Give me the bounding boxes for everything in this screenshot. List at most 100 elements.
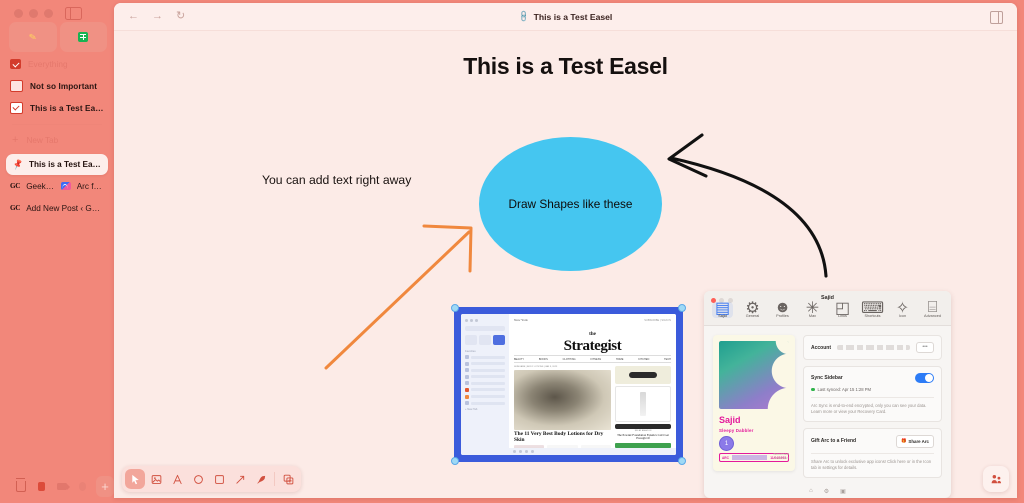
tab-max[interactable]: ✳ Max [802,300,823,318]
embedded-section-label: Favorites [465,350,476,353]
arrow-tool[interactable] [230,469,250,489]
star-icon: ✧ [895,299,910,317]
sidebar-item-everything[interactable]: Everything [0,53,114,75]
advanced-icon: ⌸ [927,298,938,316]
recording-icon[interactable] [37,482,46,491]
window-title: 🔗 This is a Test Easel [114,3,1017,30]
copy-icon[interactable]: ▣ [840,488,846,495]
camera-icon[interactable] [57,483,71,490]
text-tool[interactable] [167,469,187,489]
strategist-page: Favorites + New Tab New York SUBSCRIBE |… [461,314,676,455]
minimize-window-button[interactable] [29,9,38,18]
arc-settings-screenshot[interactable]: Sajid ▤ Sajid ⚙ General ☻ Profiles ✳ Max… [704,291,951,498]
strategist-nav: BEAUTY BOOKS CLOTHING FITNESS HOME KITCH… [514,355,671,364]
tab-label: Advanced [924,313,941,318]
sidebar-tab-active[interactable]: 📌 This is a Test Easel [6,154,108,175]
profile-bar-left: ARC [722,455,729,460]
sync-box: Sync Sidebar Last synced: Apr 15 1:28 PM… [803,366,942,422]
gear-icon[interactable]: ⚙ [824,488,829,495]
strategist-screenshot[interactable]: Favorites + New Tab New York SUBSCRIBE |… [451,304,686,465]
sidebar-tab-row[interactable]: GC Add New Post ‹ Geek... [0,197,114,219]
orange-arrow[interactable] [324,224,473,370]
sheets-tool[interactable] [59,22,107,52]
traffic-lights[interactable] [14,7,82,20]
home-icon[interactable]: ⌂ [809,488,813,494]
tab-shortcuts[interactable]: ⌨ Shortcuts [861,300,884,318]
sidebar-dock: + [0,470,114,503]
gift-label: Gift Arc to a Friend [811,438,857,445]
links-icon: ◰ [834,299,851,317]
tab-icon[interactable]: ✧ Icon [892,299,913,318]
embedded-new-tab: + New Tab [465,407,478,411]
globe-icon[interactable] [78,482,87,491]
nav-item: HOME [615,357,624,361]
select-tool[interactable] [125,469,145,489]
maximize-window-button[interactable] [44,9,53,18]
rectangle-tool[interactable] [209,469,229,489]
easel-toolbar [122,466,301,492]
sidebar-item-not-so-important[interactable]: Not so Important [0,75,114,97]
tab-general[interactable]: ⚙ General [742,300,763,318]
resize-handle[interactable] [678,457,686,465]
new-tab-label: New Tab [26,135,59,145]
window-titlebar: ← → ↻ 🔗 This is a Test Easel [114,3,1017,31]
new-item-icon[interactable]: + [96,476,114,497]
tab-profiles[interactable]: ☻ Profiles [772,299,793,318]
account-more-button[interactable]: ••• [916,342,934,353]
sidebar-item-test-easel[interactable]: This is a Test Easel [0,97,114,119]
sidebar-item-label: Everything [28,59,68,69]
easel-canvas[interactable]: This is a Test Easel You can add text ri… [114,31,1017,498]
profile-card-corner: BROWSER COMPANY [773,452,789,461]
strategist-account-links: SUBSCRIBE | SIGN IN [644,318,671,322]
pencil-tool[interactable]: ✎ [9,22,57,52]
sidebar-tab-row[interactable]: GC GeekC... Arc fro... [0,175,114,197]
tab-links[interactable]: ◰ Links [832,299,853,318]
ellipse-tool[interactable] [188,469,208,489]
link-icon: 🔗 [516,9,531,24]
trash-icon[interactable] [15,478,26,492]
tab-sajid[interactable]: ▤ Sajid [712,300,733,318]
pin-icon: 📌 [11,158,25,170]
sidebar-toggle-icon[interactable] [65,7,82,20]
right-panel-icon[interactable] [990,11,1003,24]
resize-handle[interactable] [678,304,686,312]
rail-badge [615,365,671,384]
canvas-ellipse-shape[interactable]: Draw Shapes like these [479,137,662,271]
close-window-button[interactable] [14,9,23,18]
arc-settings-panel: Account ••• Sync Sidebar Last synced: Ap… [803,335,942,484]
divider [811,452,934,454]
black-curved-arrow[interactable] [667,133,828,278]
draw-tool[interactable] [251,469,271,489]
article-headline: The 11 Very Best Body Lotions for Dry Sk… [514,431,604,443]
share-arc-label: Share Arc [908,438,929,444]
embedded-footer [509,448,676,455]
sidebar-divider [12,124,102,125]
sync-status-text: Last synced: Apr 15 1:28 PM [817,387,872,392]
share-arc-button[interactable]: 🎁 Share Arc [895,434,934,448]
gift-box: Gift Arc to a Friend 🎁 Share Arc Share A… [803,427,942,478]
embedded-list-item [465,361,505,366]
masthead-title: Strategist [563,338,622,354]
sync-note: Arc Sync is end-to-end encrypted, only y… [811,402,927,414]
tab-advanced[interactable]: ⌸ Advanced [922,298,943,318]
profile-subtitle: Sleepy Dabbler [719,428,754,433]
resize-handle[interactable] [451,457,459,465]
share-people-icon [991,474,1001,483]
folder-open-icon [10,80,23,92]
duplicate-tool[interactable] [278,469,298,489]
rail-promo [615,442,671,448]
nav-item: FITNESS [590,357,602,361]
canvas-text-note[interactable]: You can add text right away [262,173,412,189]
arc-profile-card[interactable]: Sajid Sleepy Dabbler 1 ARC 11/04/1993 BR… [713,335,795,471]
article-eyebrow: SKINCARE | BODY LOTIONS | JAN 3, 2023 [514,365,558,368]
resize-handle[interactable] [451,304,459,312]
sync-toggle[interactable] [915,373,934,383]
status-dot-icon [811,387,815,392]
folder-checked-icon [10,59,21,69]
share-button[interactable] [983,466,1009,492]
new-tab-button[interactable]: + New Tab [0,130,114,150]
nav-item: KITCHEN [638,357,650,361]
image-tool[interactable] [146,469,166,489]
embedded-traffic-lights [465,319,505,322]
embedded-list-item [465,394,505,399]
